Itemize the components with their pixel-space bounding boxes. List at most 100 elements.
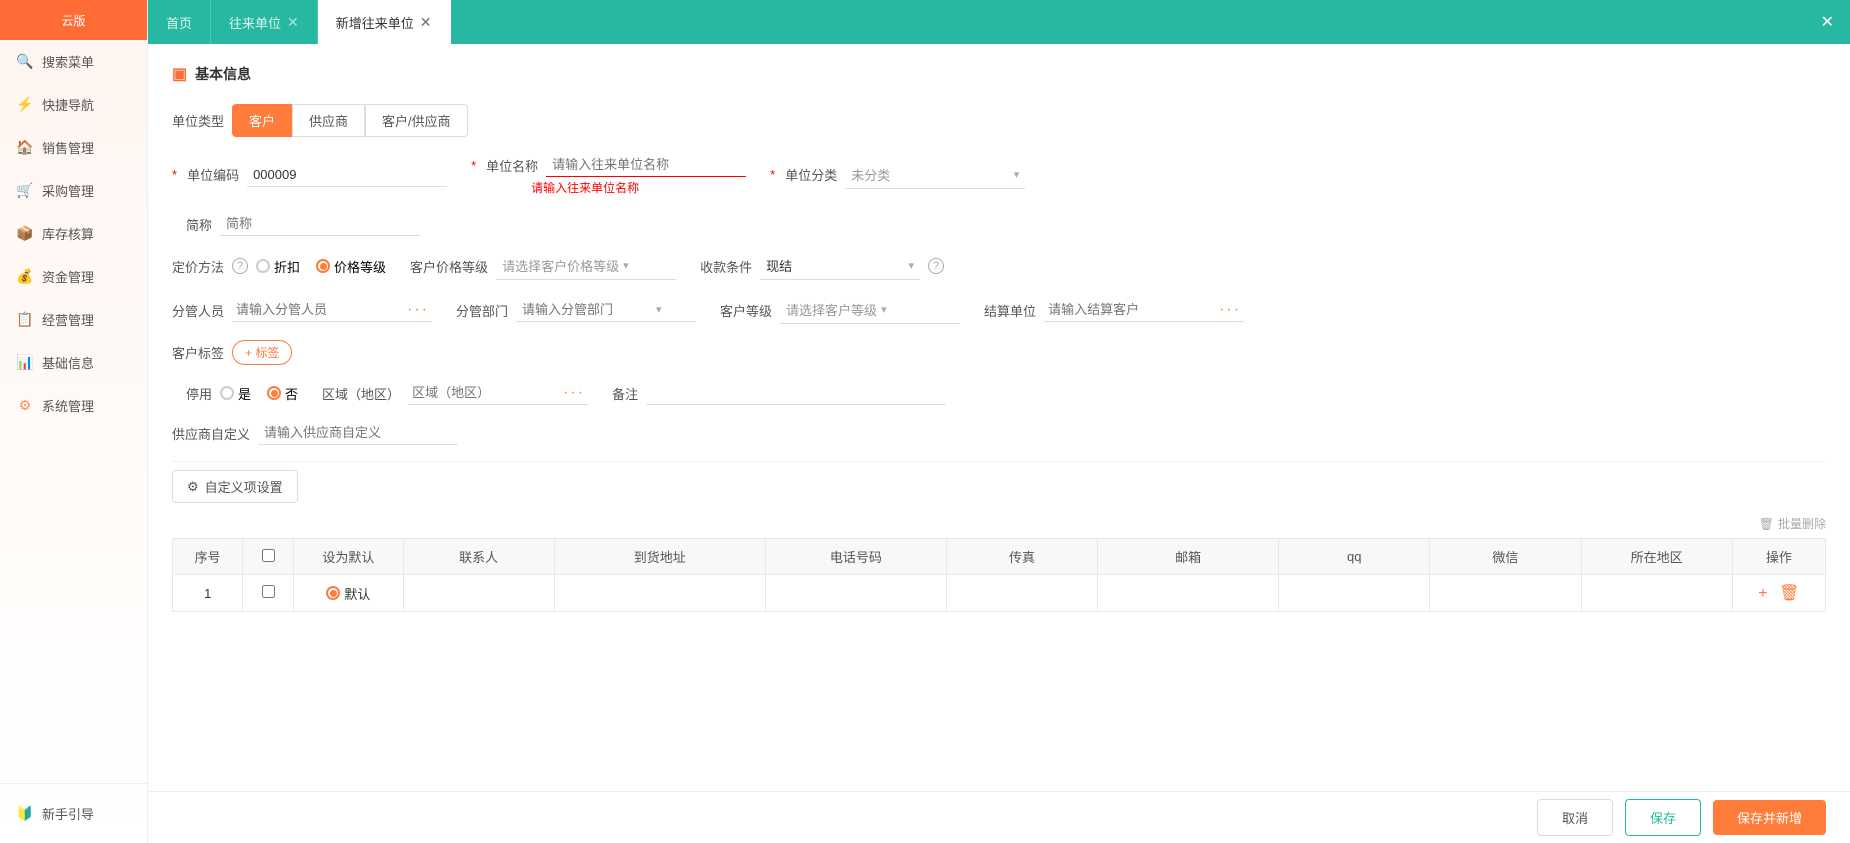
tab-partners[interactable]: 往来单位 ✕ [211,0,318,44]
tags-group: 客户标签 + 标签 [172,340,292,365]
tags-row: 客户标签 + 标签 [172,340,1826,365]
radio-level[interactable]: 价格等级 [316,257,386,276]
basic-info-icon: 📊 [16,354,34,372]
sidebar-item-guide[interactable]: 🔰 新手引导 [0,792,147,835]
customer-level-select[interactable]: 请选择客户等级 ▾ [780,296,960,324]
select-all-checkbox[interactable] [262,549,275,562]
manager-group: 分管人员 ··· [172,298,432,322]
sidebar-item-search[interactable]: 🔍 搜索菜单 [0,40,147,83]
tab-new-partner-close-icon[interactable]: ✕ [420,14,432,31]
supplier-custom-row: 供应商自定义 [172,421,1826,445]
tab-partners-close-icon[interactable]: ✕ [287,14,299,31]
radio-disable-yes-circle [220,386,234,400]
unit-name-input[interactable] [546,153,746,177]
gear-icon: ⚙ [187,479,199,495]
manager-more-icon[interactable]: ··· [407,301,429,319]
delete-row-icon[interactable]: 🗑 [1779,585,1799,602]
price-level-label: 客户价格等级 [410,257,488,276]
purchase-icon: 🛒 [16,182,34,200]
sidebar: 云版 🔍 搜索菜单 ⚡ 快捷导航 🏠 销售管理 🛒 采购管理 📦 库存核算 💰 … [0,0,148,843]
tab-new-partner-label: 新增往来单位 [336,13,414,32]
sidebar-item-sales[interactable]: 🏠 销售管理 [0,126,147,169]
th-phone: 电话号码 [765,539,946,575]
pricing-help-icon[interactable]: ? [232,258,248,274]
alias-input[interactable] [220,212,420,236]
contacts-table: 序号 设为默认 联系人 到货地址 电话号码 传真 邮箱 qq 微信 所在地区 操… [172,538,1826,612]
th-default: 设为默认 [294,539,403,575]
custom-settings-button[interactable]: ⚙ 自定义项设置 [172,470,298,503]
unit-name-group: * 单位名称 请输入往来单位名称 [471,153,746,196]
payment-terms-chevron-icon: ▾ [909,259,915,272]
sidebar-item-basic-info[interactable]: 📊 基础信息 [0,341,147,384]
settlement-more-icon[interactable]: ··· [1219,301,1241,319]
remark-input[interactable] [646,381,946,405]
disable-radio-group: 是 否 [220,384,298,403]
unit-btn-supplier[interactable]: 供应商 [292,104,365,137]
unit-category-label: 单位分类 [785,165,837,184]
td-no: 1 [173,575,243,612]
unit-btn-customer[interactable]: 客户 [232,104,292,137]
sidebar-item-quick-nav[interactable]: ⚡ 快捷导航 [0,83,147,126]
remark-group: 备注 [612,381,946,405]
settlement-input[interactable] [1044,298,1219,321]
pricing-row: 定价方法 ? 折扣 价格等级 客户价格等级 请选择客户价格等级 [172,252,1826,280]
th-action: 操作 [1732,539,1825,575]
th-email: 邮箱 [1098,539,1279,575]
address-input[interactable] [600,586,720,601]
radio-discount[interactable]: 折扣 [256,257,300,276]
batch-delete-label[interactable]: 批量删除 [1778,515,1826,532]
tab-new-partner[interactable]: 新增往来单位 ✕ [318,0,451,44]
add-row-icon[interactable]: + [1758,585,1767,602]
unit-category-select[interactable]: 未分类 ▾ [845,161,1025,189]
payment-terms-help-icon[interactable]: ? [928,258,944,274]
manager-row: 分管人员 ··· 分管部门 ▾ 客户等级 请选择客户等级 ▾ [172,296,1826,324]
region-more-icon[interactable]: ··· [563,384,585,402]
department-input[interactable] [522,302,652,317]
th-fax: 传真 [946,539,1097,575]
row-checkbox[interactable] [262,585,275,598]
td-fax [946,575,1097,612]
radio-disable-no[interactable]: 否 [267,384,298,403]
supplier-custom-input[interactable] [258,421,458,445]
unit-category-chevron-icon: ▾ [1014,168,1020,181]
radio-disable-yes[interactable]: 是 [220,384,251,403]
contact-input[interactable] [439,586,519,601]
disable-label: 停用 [186,384,212,403]
price-level-select[interactable]: 请选择客户价格等级 ▾ [496,252,676,280]
region-select[interactable] [1617,586,1697,601]
th-qq: qq [1279,539,1430,575]
unit-btn-both[interactable]: 客户/供应商 [365,104,468,137]
tab-home[interactable]: 首页 [148,0,211,44]
customer-level-chevron-icon: ▾ [881,303,887,316]
add-tag-button[interactable]: + 标签 [232,340,292,365]
unit-code-input[interactable] [247,163,447,187]
payment-terms-select[interactable]: 现结 ▾ [760,252,920,280]
sidebar-item-purchase[interactable]: 🛒 采购管理 [0,169,147,212]
settlement-label: 结算单位 [984,301,1036,320]
window-close-icon[interactable]: ✕ [1805,0,1850,44]
cancel-button[interactable]: 取消 [1537,799,1613,836]
qq-input[interactable] [1314,586,1394,601]
sidebar-item-system[interactable]: ⚙ 系统管理 [0,384,147,427]
manager-input[interactable] [232,298,407,321]
save-button[interactable]: 保存 [1625,799,1701,836]
sidebar-item-finance[interactable]: 💰 资金管理 [0,255,147,298]
sidebar-item-inventory[interactable]: 📦 库存核算 [0,212,147,255]
section-title-text: 基本信息 [195,64,251,84]
unit-code-label: 单位编码 [187,165,239,184]
region-input[interactable] [408,381,563,404]
form-content: ▣ 基本信息 单位类型 客户 供应商 客户/供应商 * 单位编码 [148,44,1850,843]
department-select[interactable]: ▾ [516,298,696,322]
custom-settings-label: 自定义项设置 [205,477,283,496]
phone-input[interactable] [806,586,906,601]
section-title: ▣ 基本信息 [172,64,1826,84]
system-icon: ⚙ [16,397,34,415]
radio-default[interactable]: 默认 [304,584,392,603]
sidebar-item-operations[interactable]: 📋 经营管理 [0,298,147,341]
sidebar-item-label: 基础信息 [42,353,94,372]
fax-input[interactable] [982,586,1062,601]
save-new-button[interactable]: 保存并新增 [1713,800,1826,835]
wechat-input[interactable] [1465,586,1545,601]
email-input[interactable] [1138,586,1238,601]
tab-bar: 首页 往来单位 ✕ 新增往来单位 ✕ ✕ [148,0,1850,44]
